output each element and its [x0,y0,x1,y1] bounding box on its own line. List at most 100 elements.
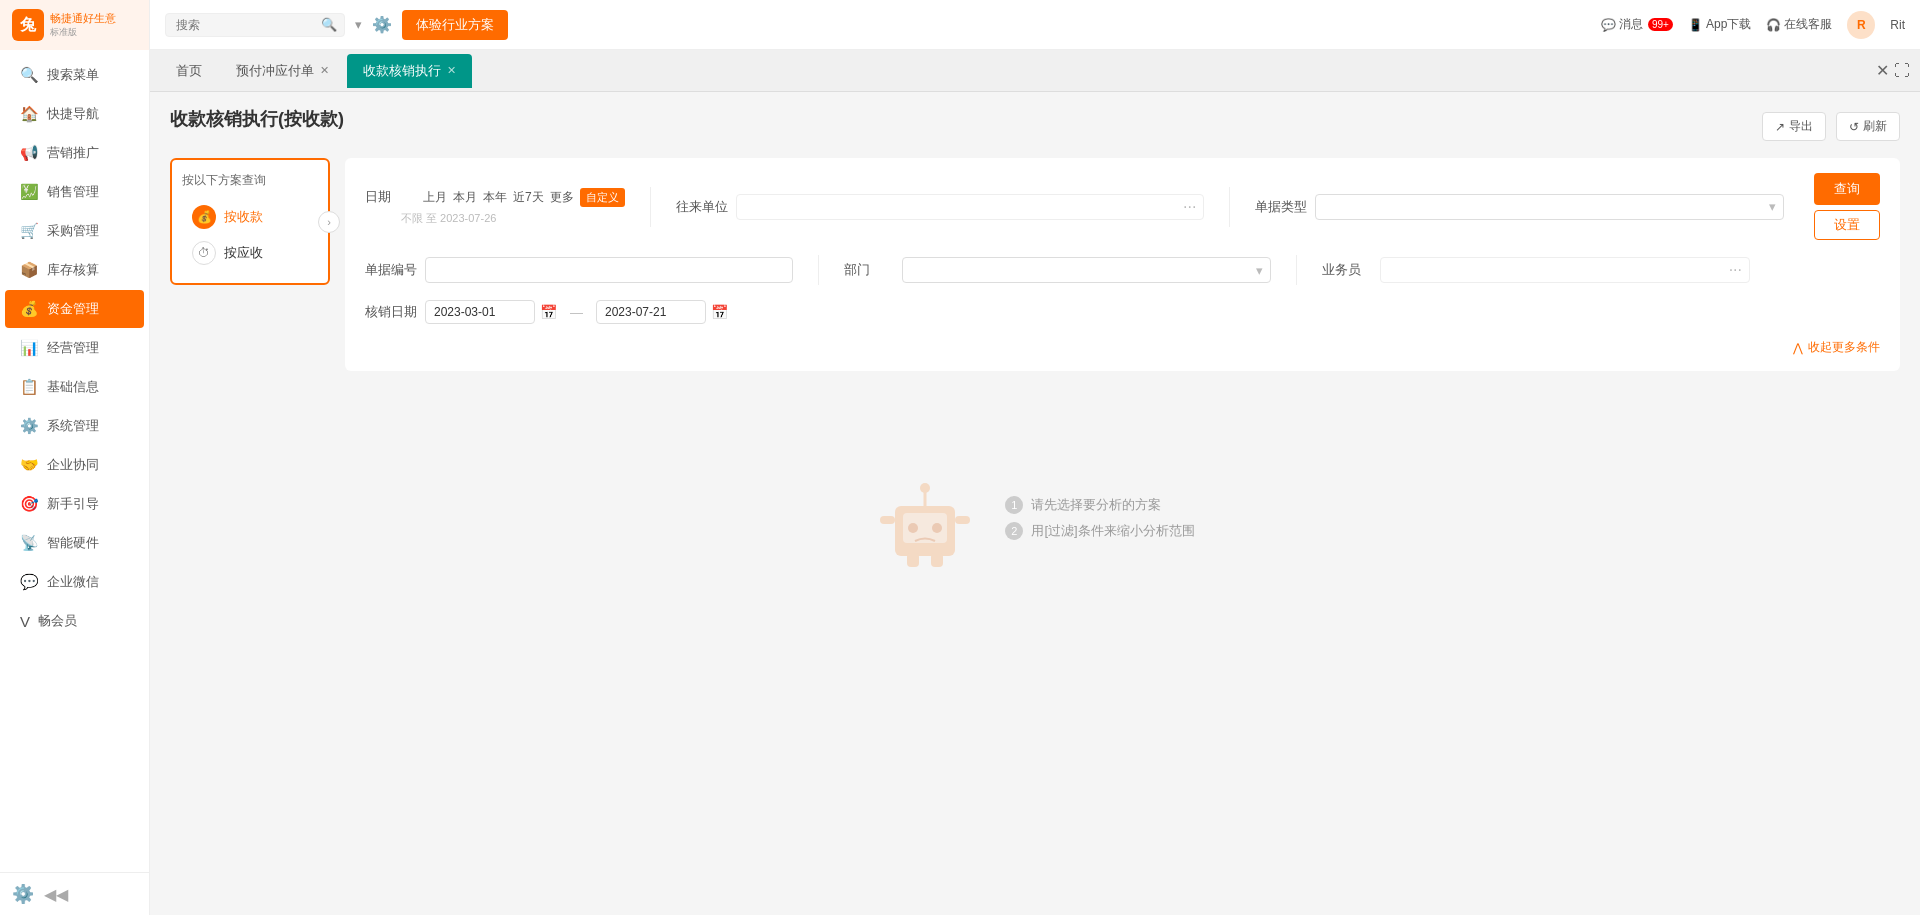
sidebar-item-marketing[interactable]: 📢 营销推广 [5,134,144,172]
sidebar-item-basicinfo[interactable]: 📋 基础信息 [5,368,144,406]
query-button[interactable]: 查询 [1814,173,1880,205]
solution-button[interactable]: 体验行业方案 [402,10,508,40]
search-icon: 🔍 [321,17,337,32]
prepay-tab-label: 预付冲应付单 [236,62,314,80]
sidebar-footer: ⚙️ ◀◀ [0,872,149,915]
sales-icon: 💹 [20,183,39,201]
prepay-tab-close-icon[interactable]: ✕ [320,64,329,77]
svg-point-3 [932,523,942,533]
collapse-filter-button[interactable]: › [318,211,340,233]
tab-home[interactable]: 首页 [160,54,218,88]
sidebar-item-label: 基础信息 [47,378,99,396]
salesperson-input[interactable] [1380,257,1750,283]
message-label: 消息 [1619,16,1643,33]
sidebar-item-purchase[interactable]: 🛒 采购管理 [5,212,144,250]
filter-panel: 按以下方案查询 💰 按收款 ⏱ 按应收 › [170,158,330,285]
date-custom[interactable]: 自定义 [580,188,625,207]
app-name: 畅捷通好生意 [50,11,116,25]
sidebar-item-label: 采购管理 [47,222,99,240]
sidebar-item-label: 库存核算 [47,261,99,279]
receipt-tab-close-icon[interactable]: ✕ [447,64,456,77]
sidebar-item-label: 资金管理 [47,300,99,318]
sidebar-item-nav[interactable]: 🏠 快捷导航 [5,95,144,133]
settings-gear-icon[interactable]: ⚙️ [372,15,392,34]
date-more[interactable]: 更多 [550,189,574,206]
export-icon: ↗ [1775,120,1785,134]
date-this-year[interactable]: 本年 [483,189,507,206]
partner-input[interactable] [736,194,1205,220]
collapse-sidebar-icon[interactable]: ◀◀ [44,885,68,904]
doctype-select[interactable] [1315,194,1784,220]
filter-by-receipt[interactable]: 💰 按收款 [182,199,318,235]
date-field: 日期 上月 本月 本年 近7天 更多 自定义 不限 至 2023-07-26 [365,188,625,226]
sidebar-item-operations[interactable]: 📊 经营管理 [5,329,144,367]
username[interactable]: Rit [1890,18,1905,32]
export-button[interactable]: ↗ 导出 [1762,112,1826,141]
wxwork-icon: 💬 [20,573,39,591]
tip-text-2: 用[过滤]条件来缩小分析范围 [1031,522,1194,540]
operations-icon: 📊 [20,339,39,357]
verify-date-end-group: 📅 [596,300,728,324]
app-download[interactable]: 📱 App下载 [1688,16,1751,33]
salesperson-field: 业务员 ··· [1322,257,1750,283]
dept-field: 部门 ▾ [844,257,1272,283]
filter-by-receivable[interactable]: ⏱ 按应收 [182,235,318,271]
refresh-icon: ↺ [1849,120,1859,134]
partner-more-icon[interactable]: ··· [1183,198,1196,216]
sidebar-item-inventory[interactable]: 📦 库存核算 [5,251,144,289]
sidebar-item-guide[interactable]: 🎯 新手引导 [5,485,144,523]
dept-select[interactable] [902,257,1272,283]
date-last-month[interactable]: 上月 [423,189,447,206]
date-this-month[interactable]: 本月 [453,189,477,206]
settings-button[interactable]: 设置 [1814,210,1880,240]
svg-rect-7 [955,516,970,524]
system-icon: ⚙️ [20,417,39,435]
service-icon: 🎧 [1766,18,1781,32]
message-area[interactable]: 💬 消息 99+ [1601,16,1673,33]
verify-date-start-calendar-icon[interactable]: 📅 [540,304,557,320]
sidebar-item-wxwork[interactable]: 💬 企业微信 [5,563,144,601]
date-7days[interactable]: 近7天 [513,189,544,206]
tab-prepay[interactable]: 预付冲应付单 ✕ [220,54,345,88]
sidebar-item-collab[interactable]: 🤝 企业协同 [5,446,144,484]
user-avatar[interactable]: R [1847,11,1875,39]
empty-tips: 1 请先选择要分析的方案 2 用[过滤]条件来缩小分析范围 [1005,496,1194,540]
salesperson-label: 业务员 [1322,261,1372,279]
docno-input[interactable] [425,257,793,283]
settings-icon[interactable]: ⚙️ [12,883,34,905]
content-area: 收款核销执行(按收款) ↗ 导出 ↺ 刷新 按以下方案查询 💰 按收款 [150,92,1920,915]
date-range-dash: — [570,305,583,320]
empty-tip-1: 1 请先选择要分析的方案 [1005,496,1194,514]
basicinfo-icon: 📋 [20,378,39,396]
refresh-button[interactable]: ↺ 刷新 [1836,112,1900,141]
tab-receipt[interactable]: 收款核销执行 ✕ [347,54,472,88]
collapse-more-label: 收起更多条件 [1808,339,1880,356]
svg-rect-6 [880,516,895,524]
verify-date-end-calendar-icon[interactable]: 📅 [711,304,728,320]
close-tab-button[interactable]: ✕ [1876,61,1889,80]
sidebar-item-hardware[interactable]: 📡 智能硬件 [5,524,144,562]
collapse-more-btn[interactable]: ⋀ 收起更多条件 [365,339,1880,356]
verify-date-field: 核销日期 📅 — 📅 [365,300,1880,324]
sidebar-item-system[interactable]: ⚙️ 系统管理 [5,407,144,445]
doctype-label: 单据类型 [1255,198,1307,216]
sidebar-item-finance[interactable]: 💰 资金管理 [5,290,144,328]
sidebar-item-label: 畅会员 [38,612,77,630]
verify-date-start-input[interactable] [425,300,535,324]
salesperson-more-icon[interactable]: ··· [1729,261,1742,279]
logo-icon: 兔 [12,9,44,41]
purchase-icon: 🛒 [20,222,39,240]
date-range-text: 不限 至 2023-07-26 [401,211,496,226]
sidebar-item-member[interactable]: V 畅会员 [5,602,144,640]
online-service[interactable]: 🎧 在线客服 [1766,16,1832,33]
sidebar-item-search[interactable]: 🔍 搜索菜单 [5,56,144,94]
chevron-down-icon[interactable]: ▾ [355,17,362,32]
expand-tab-button[interactable]: ⛶ [1894,62,1910,80]
sidebar-item-sales[interactable]: 💹 销售管理 [5,173,144,211]
tabs-bar: 首页 预付冲应付单 ✕ 收款核销执行 ✕ ✕ ⛶ [150,50,1920,92]
inventory-icon: 📦 [20,261,39,279]
verify-date-end-input[interactable] [596,300,706,324]
search-input[interactable] [165,13,345,37]
finance-icon: 💰 [20,300,39,318]
message-badge: 99+ [1648,18,1673,31]
